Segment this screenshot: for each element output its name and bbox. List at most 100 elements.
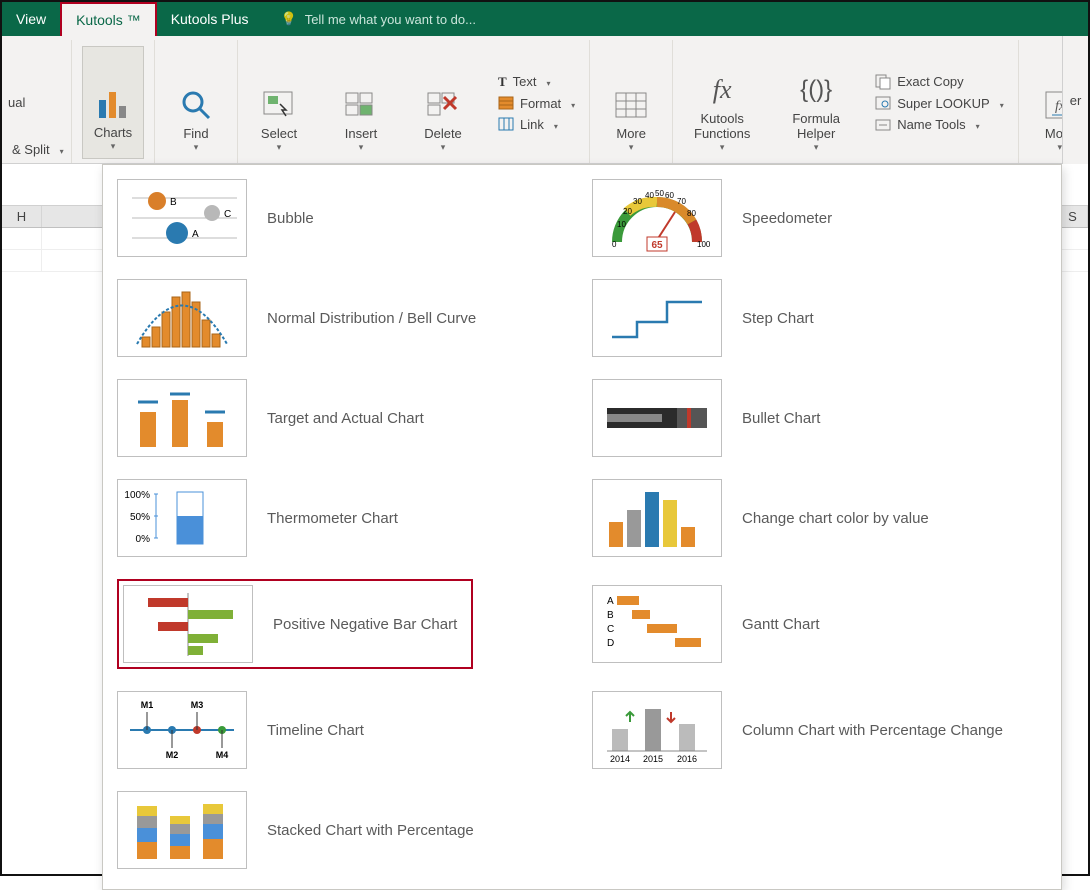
svg-text:2014: 2014 [610, 754, 630, 764]
select-icon [262, 83, 296, 127]
tab-kutools-plus[interactable]: Kutools Plus [157, 2, 263, 36]
gantt-thumb: A B C D [592, 585, 722, 663]
svg-text:B: B [607, 610, 614, 621]
tab-view[interactable]: View [2, 2, 60, 36]
ribbon-group-functions: fx Kutools Functions [673, 40, 771, 163]
split-button[interactable]: & Split [8, 140, 68, 159]
bullet-thumb [592, 379, 722, 457]
svg-text:D: D [607, 638, 614, 649]
lookup-icon [875, 96, 891, 110]
name-tools-button[interactable]: Name Tools [871, 115, 1008, 134]
exact-copy-button[interactable]: Exact Copy [871, 72, 1008, 92]
step-thumb [592, 279, 722, 357]
change-color-thumb [592, 479, 722, 557]
kutools-functions-button[interactable]: fx Kutools Functions [683, 46, 761, 159]
stacked-thumb [117, 791, 247, 869]
chart-option-timeline[interactable]: M1 M2 M3 M4 Timeline Chart [117, 691, 572, 769]
charts-dropdown-panel: B C A Bubble 01020 304050 607080 100 [102, 164, 1062, 890]
chart-option-change-color[interactable]: Change chart color by value [592, 479, 1047, 557]
svg-text:30: 30 [633, 197, 642, 206]
braces-icon: {()} [800, 68, 832, 112]
ribbon: ual & Split Charts Find Select [2, 36, 1088, 164]
svg-text:70: 70 [677, 197, 686, 206]
ribbon-group-formula-helper: {()} Formula Helper [771, 40, 861, 163]
bubble-thumb: B C A [117, 179, 247, 257]
svg-text:M2: M2 [166, 750, 179, 760]
text-button[interactable]: T Text [494, 72, 579, 92]
svg-text:100%: 100% [124, 490, 150, 501]
svg-text:65: 65 [651, 240, 663, 251]
ribbon-group-find: Find [155, 40, 238, 163]
svg-text:B: B [170, 197, 177, 208]
chart-option-stacked-percentage[interactable]: Stacked Chart with Percentage [117, 791, 572, 869]
chart-option-target-actual[interactable]: Target and Actual Chart [117, 379, 572, 457]
charts-icon [95, 82, 131, 126]
svg-text:80: 80 [687, 209, 696, 218]
ribbon-group-delete: Delete [402, 40, 484, 163]
chart-option-gantt[interactable]: A B C D Gantt Chart [592, 579, 1047, 669]
svg-text:M4: M4 [216, 750, 229, 760]
text-icon: T [498, 74, 507, 90]
select-button[interactable]: Select [248, 46, 310, 159]
svg-text:40: 40 [645, 191, 654, 200]
name-icon [875, 117, 891, 131]
worksheet-area: er H S B C A Bubble [2, 164, 1088, 272]
posneg-thumb [123, 585, 253, 663]
svg-text:60: 60 [665, 191, 674, 200]
chart-option-step[interactable]: Step Chart [592, 279, 1047, 357]
svg-text:10: 10 [617, 220, 626, 229]
chart-option-bullet[interactable]: Bullet Chart [592, 379, 1047, 457]
svg-text:C: C [607, 624, 614, 635]
formula-helper-button[interactable]: {()} Formula Helper [781, 46, 851, 159]
format-icon [498, 96, 514, 110]
svg-text:A: A [192, 229, 199, 240]
super-lookup-button[interactable]: Super LOOKUP [871, 94, 1008, 113]
fx-icon: fx [713, 68, 732, 112]
ribbon-group-insert: Insert [320, 40, 402, 163]
svg-text:100: 100 [697, 240, 711, 249]
svg-text:0: 0 [612, 240, 617, 249]
chart-option-positive-negative[interactable]: Positive Negative Bar Chart [117, 579, 572, 669]
target-actual-thumb [117, 379, 247, 457]
col-header-h[interactable]: H [2, 206, 42, 227]
thermo-thumb: 100% 50% 0% [117, 479, 247, 557]
svg-text:2015: 2015 [643, 754, 663, 764]
chart-option-column-percentage[interactable]: 2014 2015 2016 Column Chart with Percent… [592, 691, 1047, 769]
tell-me-search[interactable]: 💡 Tell me what you want to do... [281, 2, 476, 36]
ribbon-group-more: More [590, 40, 673, 163]
ribbon-tabs: View Kutools ™ Kutools Plus 💡 Tell me wh… [2, 2, 1088, 36]
format-button[interactable]: Format [494, 94, 579, 113]
speedometer-thumb: 01020 304050 607080 100 65 [592, 179, 722, 257]
svg-text:0%: 0% [136, 534, 151, 545]
ribbon-group-text-format-link: T Text Format Link [484, 40, 590, 163]
partial-right-label: er [1062, 36, 1088, 164]
ribbon-group-charts: Charts [72, 40, 155, 163]
ribbon-group-select: Select [238, 40, 320, 163]
chart-option-bubble[interactable]: B C A Bubble [117, 179, 572, 257]
link-button[interactable]: Link [494, 115, 579, 134]
chart-option-speedometer[interactable]: 01020 304050 607080 100 65 Speedometer [592, 179, 1047, 257]
partial-label-top: ual [8, 95, 25, 110]
insert-icon [344, 83, 378, 127]
link-icon [498, 117, 514, 131]
tab-kutools[interactable]: Kutools ™ [60, 2, 157, 36]
charts-button[interactable]: Charts [82, 46, 144, 159]
delete-button[interactable]: Delete [412, 46, 474, 159]
svg-text:20: 20 [623, 207, 632, 216]
copy-icon [875, 74, 891, 90]
ribbon-group-copy-lookup-name: Exact Copy Super LOOKUP Name Tools [861, 40, 1019, 163]
svg-text:M3: M3 [191, 700, 204, 710]
more-icon [614, 83, 648, 127]
svg-text:50%: 50% [130, 512, 150, 523]
ribbon-group-partial-left: ual & Split [2, 40, 72, 163]
chart-option-normal-distribution[interactable]: Normal Distribution / Bell Curve [117, 279, 572, 357]
chart-option-thermometer[interactable]: 100% 50% 0% Thermometer Chart [117, 479, 572, 557]
svg-text:50: 50 [655, 189, 664, 198]
insert-button[interactable]: Insert [330, 46, 392, 159]
col-header-s[interactable]: S [1058, 206, 1088, 227]
find-icon [179, 83, 213, 127]
lightbulb-icon: 💡 [281, 11, 297, 27]
more-button[interactable]: More [600, 46, 662, 159]
svg-text:C: C [224, 209, 231, 220]
find-button[interactable]: Find [165, 46, 227, 159]
